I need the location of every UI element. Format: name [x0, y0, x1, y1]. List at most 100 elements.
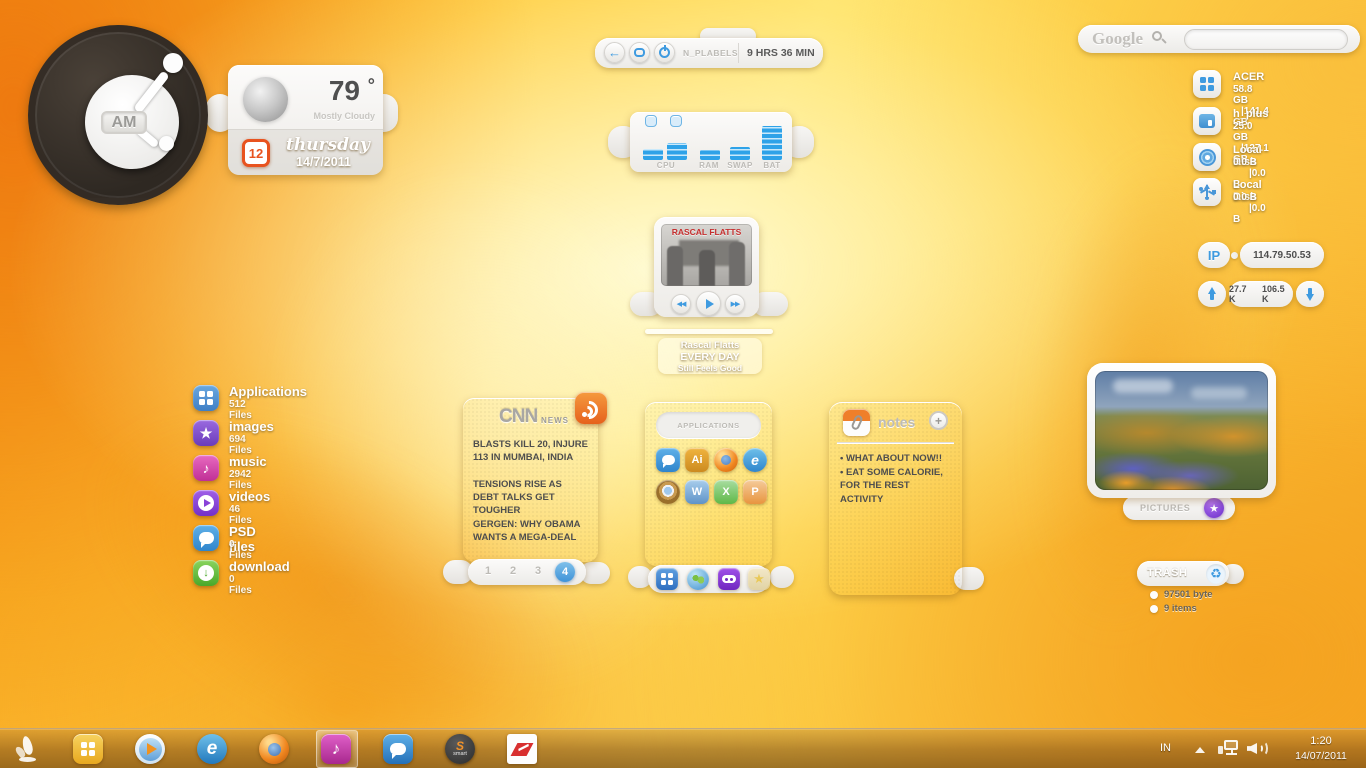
uptime-divider	[738, 43, 739, 63]
swap-meter-bar	[730, 147, 750, 160]
taskbar-music-icon[interactable]: ♪	[321, 734, 351, 764]
news-headline[interactable]: BLASTS KILL 20, INJURE 113 IN MUMBAI, IN…	[473, 438, 589, 464]
download-pill	[1296, 281, 1324, 307]
notes-title: notes	[878, 414, 915, 430]
tray-language[interactable]: IN	[1160, 742, 1171, 754]
taskbar-firefox-icon[interactable]	[259, 734, 289, 764]
hard-disk-icon	[1193, 107, 1221, 135]
folder-count: 0 Files	[229, 539, 252, 561]
page-button-1[interactable]: 1	[485, 565, 491, 577]
trash-widget[interactable]: TRASH ♻	[1137, 561, 1229, 586]
search-input[interactable]	[1184, 29, 1348, 50]
note-item: • EAT SOME CALORIE, FOR THE REST ACTIVIT…	[840, 466, 954, 507]
volume-tray-icon[interactable]	[1247, 741, 1265, 756]
album-figure	[729, 242, 745, 286]
trash-label: TRASH	[1147, 567, 1187, 579]
tray-chevron-icon[interactable]	[1195, 747, 1205, 753]
applications-title: APPLICATIONS	[677, 421, 739, 430]
desktop: { "palette": { "accent_blue": "#3f9be0",…	[0, 0, 1366, 768]
page-button-2[interactable]: 2	[510, 565, 516, 577]
previous-track-button[interactable]: ◀◀	[671, 294, 691, 314]
folder-count: 512 Files	[229, 399, 252, 421]
pictures-star-icon: ★	[1204, 498, 1224, 518]
folder-label: videos	[229, 489, 270, 504]
powerpoint-app-icon[interactable]: P	[743, 480, 767, 504]
add-note-button[interactable]: +	[929, 411, 948, 430]
weather-weekday: thursday	[286, 135, 370, 155]
picture-photo[interactable]	[1095, 371, 1268, 490]
album-figure	[667, 246, 683, 286]
upload-value: 27.7 K	[1229, 284, 1255, 304]
chat-bubble-app-icon[interactable]	[656, 448, 680, 472]
clock-minute-tip	[163, 53, 183, 73]
trash-count-row: 9 items	[1150, 603, 1197, 614]
album-figure	[699, 250, 715, 286]
back-button[interactable]: ←	[604, 42, 625, 63]
optical-disc-icon	[1193, 143, 1221, 171]
usb-icon	[1193, 178, 1221, 206]
applications-widget: APPLICATIONS Ai e W X P	[645, 402, 772, 566]
chrome-app-icon[interactable]	[656, 480, 680, 504]
uptime-bar: ← N_PLABELS 9 HRS 36 MIN	[595, 38, 823, 68]
meter-bars-area	[630, 126, 792, 160]
internet-explorer-app-icon[interactable]: e	[743, 448, 767, 472]
ip-label: IP	[1208, 248, 1220, 263]
taskbar-chat-app-icon[interactable]	[383, 734, 413, 764]
cpu-meter-bar-1	[643, 149, 663, 160]
ram-label: RAM	[694, 161, 724, 170]
drive-total: |0.0 B	[1233, 203, 1266, 225]
globe-dock-icon[interactable]	[687, 568, 709, 590]
firefox-app-icon[interactable]	[714, 448, 738, 472]
star-dock-icon[interactable]: ★	[748, 568, 770, 590]
google-logo: Google	[1092, 29, 1143, 49]
taskbar-media-player-icon[interactable]	[135, 734, 165, 764]
taskbar-launcher-icon[interactable]	[73, 734, 103, 764]
illustrator-app-icon[interactable]: Ai	[685, 448, 709, 472]
pictures-tab[interactable]: PICTURES ★	[1123, 496, 1235, 520]
back-icon: ←	[608, 46, 621, 59]
trash-count: 9 items	[1164, 603, 1197, 614]
gamepad-dock-icon[interactable]	[718, 568, 740, 590]
taskbar-ie-icon[interactable]: e	[197, 734, 227, 764]
ip-connector	[1231, 252, 1238, 259]
taskbar-red-app-icon[interactable]	[507, 734, 537, 764]
ip-badge: IP	[1198, 242, 1230, 268]
play-button[interactable]	[696, 291, 721, 316]
temperature-value: 79	[329, 75, 360, 106]
network-tray-icon[interactable]	[1218, 740, 1238, 757]
folder-label: Applications	[229, 384, 307, 399]
smart-s-glyph: S	[456, 741, 464, 751]
smart-label: smart	[453, 751, 467, 758]
excel-app-icon[interactable]: X	[714, 480, 738, 504]
apps-dock: ★	[648, 565, 770, 593]
next-track-button[interactable]: ▶▶	[725, 294, 745, 314]
tiles-dock-icon[interactable]	[656, 568, 678, 590]
folder-label: music	[229, 454, 267, 469]
page-button-3[interactable]: 3	[535, 565, 541, 577]
folder-count: 0 Files	[229, 574, 252, 596]
drive-name: h_plus	[1233, 108, 1268, 120]
tray-clock[interactable]: 1:20 14/07/2011	[1283, 734, 1359, 763]
album-art[interactable]: RASCAL FLATTS	[661, 224, 752, 286]
taskbar: e ♪ S smart IN 1:20 1	[0, 728, 1366, 768]
word-app-icon[interactable]: W	[685, 480, 709, 504]
drive-name: ACER	[1233, 71, 1264, 83]
battery-meter-bar	[762, 126, 782, 160]
page-button-4-active[interactable]: 4	[555, 562, 575, 582]
music-note-icon: ♪	[193, 455, 219, 481]
power-button[interactable]	[654, 42, 675, 63]
rss-icon[interactable]	[575, 392, 607, 424]
moon-icon	[243, 77, 288, 122]
taskbar-smart-icon[interactable]: S smart	[445, 734, 475, 764]
folder-label: images	[229, 419, 274, 434]
music-player-widget: RASCAL FLATTS ◀◀ ▶▶	[654, 217, 759, 317]
refresh-button[interactable]	[629, 42, 650, 63]
notes-icon	[843, 409, 870, 436]
download-arrow-icon	[1305, 287, 1315, 301]
search-icon[interactable]	[1152, 31, 1168, 47]
calendar-day: 12	[249, 146, 263, 161]
net-values-pill: 27.7 K 106.5 K	[1229, 281, 1293, 307]
news-headline[interactable]: GERGEN: WHY OBAMA WANTS A MEGA-DEAL	[473, 518, 589, 544]
start-button[interactable]	[12, 734, 42, 764]
news-headline[interactable]: TENSIONS RISE AS DEBT TALKS GET TOUGHER	[473, 478, 589, 517]
